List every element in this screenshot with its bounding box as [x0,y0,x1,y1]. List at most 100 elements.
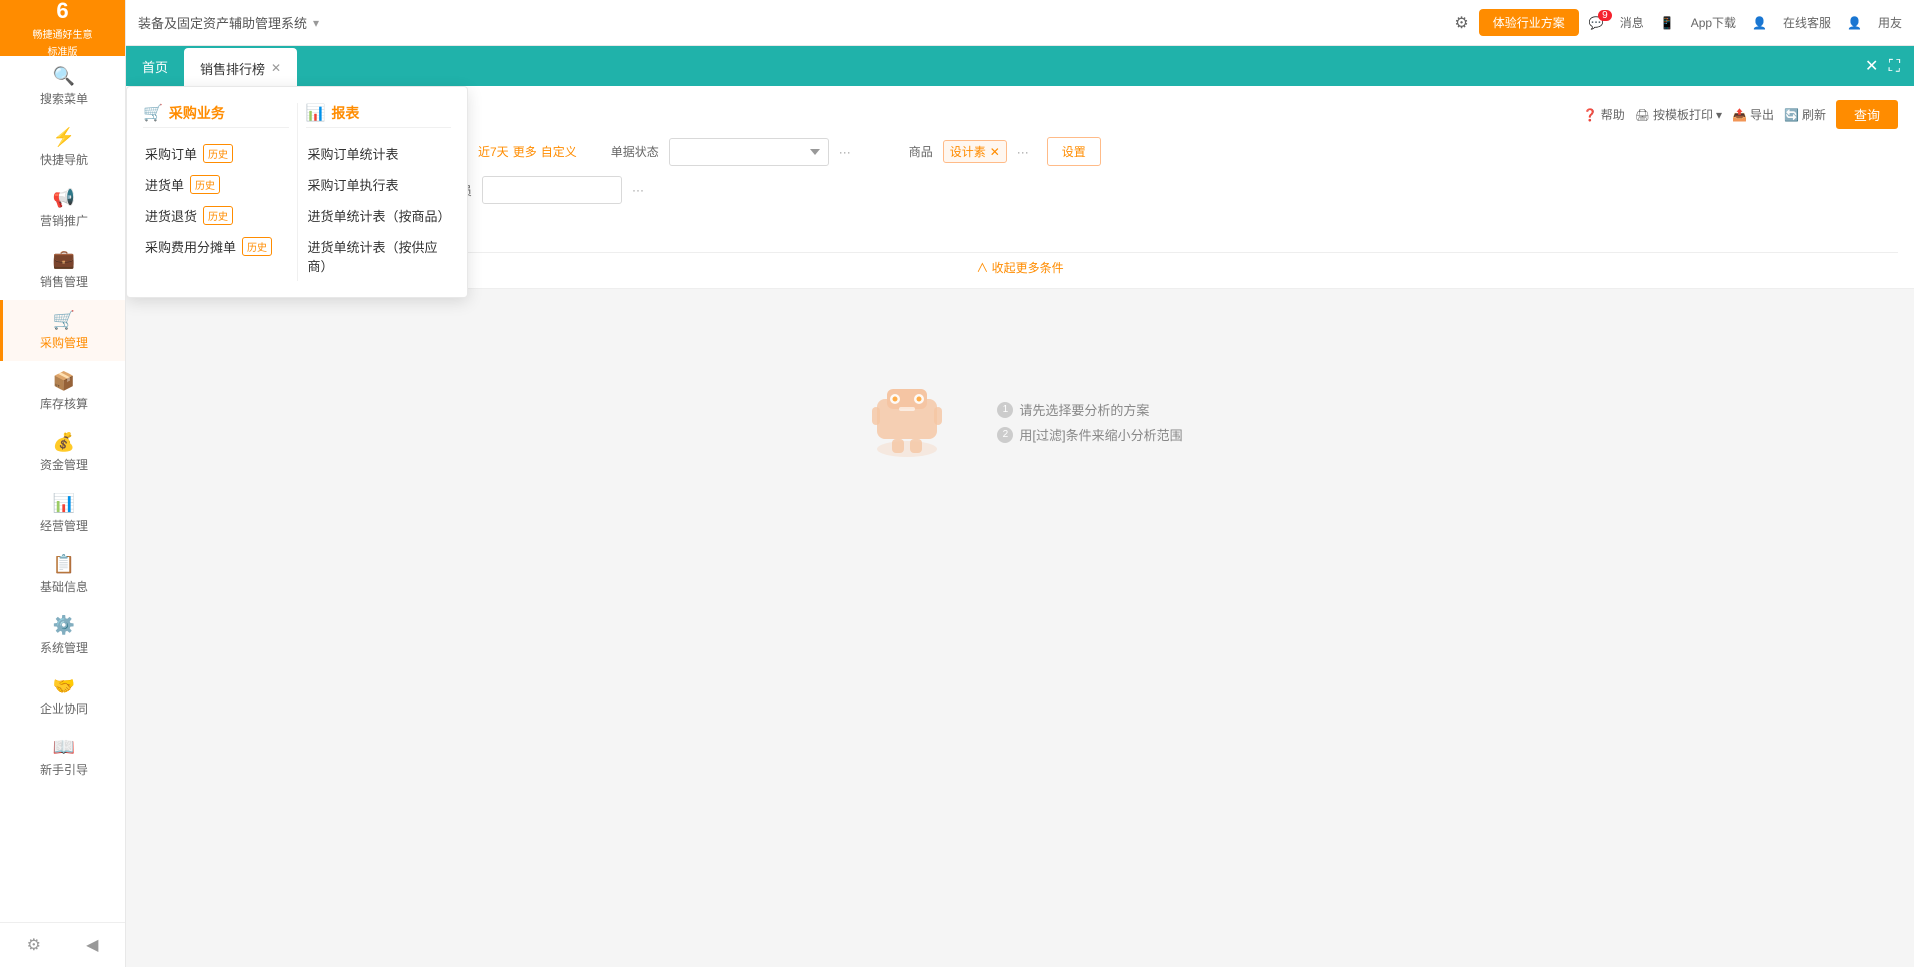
sidebar-item-guide[interactable]: 📖新手引导 [0,727,125,788]
sidebar-item-operation[interactable]: 📊经营管理 [0,483,125,544]
system-label: 系统管理 [40,639,88,656]
tab-sales-rank[interactable]: 销售排行榜 ✕ [184,48,297,88]
goods-tag-text: 设计素 [950,143,986,160]
status-select[interactable] [669,138,829,166]
tip-text-1: 请先选择要分析的方案 [1019,400,1149,419]
header-right: 💬9 消息 📱 App下载 👤 在线客服 👤 用友 [1589,14,1902,31]
purchase-col-label: 采购业务 [169,103,225,123]
status-label: 单据状态 [603,143,659,160]
sidebar: 6 畅捷通好生意 标准版 🔍 搜索菜单 ⚡快捷导航 📢 营销推广 💼 销售管理 🛒采购管理 📦 库… [0,0,126,967]
query-btn[interactable]: 查询 [1836,100,1898,129]
shortcut-7days[interactable]: 近7天 [478,143,509,160]
purchase-item[interactable]: 采购订单历史 [143,138,289,169]
report-item[interactable]: 进货单统计表（按商品） [306,200,452,231]
purchase-item[interactable]: 采购费用分摊单历史 [143,231,289,262]
tab-sales-rank-label: 销售排行榜 [200,59,265,78]
online-service[interactable]: 在线客服 [1783,14,1831,31]
system-title: 装备及固定资产辅助管理系统 ▾ [138,13,1444,32]
base-icon: 📋 [53,554,75,575]
top-header: 装备及固定资产辅助管理系统 ▾ ⚙ 体验行业方案 💬9 消息 📱 App下载 👤… [126,0,1914,46]
logo: 6 畅捷通好生意 标准版 [0,0,125,56]
empty-content: 1 请先选择要分析的方案 2 用[过滤]条件来缩小分析范围 [857,369,1182,475]
logo-icon: 6 [56,0,68,24]
inventory-icon: 📦 [53,371,75,392]
industry-btn[interactable]: 体验行业方案 [1479,9,1579,36]
status-more-icon[interactable]: ··· [839,145,851,159]
sidebar-item-system[interactable]: ⚙️ 系统管理 [0,605,125,666]
company-icon: 🤝 [53,676,75,697]
goods-tag: 设计素 ✕ [943,140,1007,163]
empty-illustration [857,369,957,459]
sidebar-item-base[interactable]: 📋 基础信息 [0,544,125,605]
tab-expand[interactable]: ✕ ⛶ [1851,56,1914,76]
empty-tip-2: 2 用[过滤]条件来缩小分析范围 [997,425,1182,444]
message-icon-wrap[interactable]: 💬9 [1589,16,1604,30]
purchase-label: 采购管理 [40,334,88,351]
base-label: 基础信息 [40,578,88,595]
export-btn[interactable]: 📤 导出 [1732,106,1774,123]
tip-text-2: 用[过滤]条件来缩小分析范围 [1019,425,1182,444]
user-avatar: 👤 [1847,16,1862,30]
user-name[interactable]: 用友 [1878,14,1902,31]
sales-icon: 💼 [53,249,75,270]
sidebar-item-purchase[interactable]: 🛒采购管理 [0,300,125,361]
sidebar-item-inventory[interactable]: 📦 库存核算 [0,361,125,422]
logo-text-line1: 畅捷通好生意 [33,26,93,41]
dropdown-divider [297,103,298,281]
empty-tips: 1 请先选择要分析的方案 2 用[过滤]条件来缩小分析范围 [997,400,1182,444]
message-label[interactable]: 消息 [1620,14,1644,31]
purchase-col-icon: 🛒 [143,103,163,123]
system-icon: ⚙️ [53,615,75,636]
finance-label: 资金管理 [40,456,88,473]
operation-label: 经营管理 [40,517,88,534]
refresh-btn[interactable]: 🔄 刷新 [1784,106,1826,123]
report-item[interactable]: 进货单统计表（按供应商） [306,231,452,281]
search-icon: 🔍 [53,66,75,87]
goods-more-icon[interactable]: ··· [1017,145,1029,159]
empty-tip-1: 1 请先选择要分析的方案 [997,400,1149,419]
close-fullscreen-icon: ✕ [1865,58,1878,75]
sidebar-collapse-icon[interactable]: ◀ [86,935,98,955]
tab-home[interactable]: 首页 [126,46,184,86]
report-item[interactable]: 采购订单执行表 [306,169,452,200]
shortcut-custom[interactable]: 自定义 [541,143,577,160]
search-label: 搜索菜单 [40,90,88,107]
report-col-label: 报表 [331,103,359,123]
salesman-input[interactable] [482,176,622,204]
tip-num-1: 1 [997,402,1013,418]
report-item[interactable]: 采购订单统计表 [306,138,452,169]
marketing-icon: 📢 [53,188,75,209]
app-download-icon: 📱 [1660,16,1675,30]
tab-close-icon[interactable]: ✕ [271,61,281,75]
salesman-more-icon[interactable]: ··· [632,183,644,197]
collapse-icon: ∧ [976,261,991,275]
marketing-label: 营销推广 [40,212,88,229]
dropdown-arrow-icon[interactable]: ▾ [313,16,319,30]
sidebar-item-search[interactable]: 🔍 搜索菜单 [0,56,125,117]
inventory-label: 库存核算 [40,395,88,412]
sidebar-item-marketing[interactable]: 📢 营销推广 [0,178,125,239]
print-btn[interactable]: 🖨 按模板打印 ▾ [1635,106,1722,123]
sidebar-item-company[interactable]: 🤝企业协同 [0,666,125,727]
dropdown-report-title: 📊 报表 [306,103,452,128]
setting-btn[interactable]: 设置 [1047,137,1101,166]
report-col-icon: 📊 [306,103,326,123]
finance-icon: 💰 [53,432,75,453]
purchase-item[interactable]: 进货单历史 [143,169,289,200]
goods-tag-close[interactable]: ✕ [990,145,1000,159]
dropdown-report-col: 📊 报表 采购订单统计表采购订单执行表进货单统计表（按商品）进货单统计表（按供应… [306,103,452,281]
sales-label: 销售管理 [40,273,88,290]
shortcut-more[interactable]: 更多 [513,143,537,160]
header-settings-icon[interactable]: ⚙ [1454,13,1468,33]
empty-state: 1 请先选择要分析的方案 2 用[过滤]条件来缩小分析范围 [126,289,1914,515]
help-btn[interactable]: ❓ 帮助 [1583,106,1625,123]
guide-icon: 📖 [53,737,75,758]
sidebar-item-sales[interactable]: 💼 销售管理 [0,239,125,300]
purchase-item[interactable]: 进货退货历史 [143,200,289,231]
app-download[interactable]: App下载 [1691,14,1736,31]
tab-bar-wrap: 首页 销售排行榜 ✕ ✕ ⛶ 🛒 采购业务 采购订单历史进货单历史进货退货历史采… [126,46,1914,86]
sidebar-item-finance[interactable]: 💰 资金管理 [0,422,125,483]
sidebar-item-quick[interactable]: ⚡快捷导航 [0,117,125,178]
collapse-label: 收起更多条件 [992,261,1064,275]
sidebar-settings-icon[interactable]: ⚙ [27,935,41,955]
